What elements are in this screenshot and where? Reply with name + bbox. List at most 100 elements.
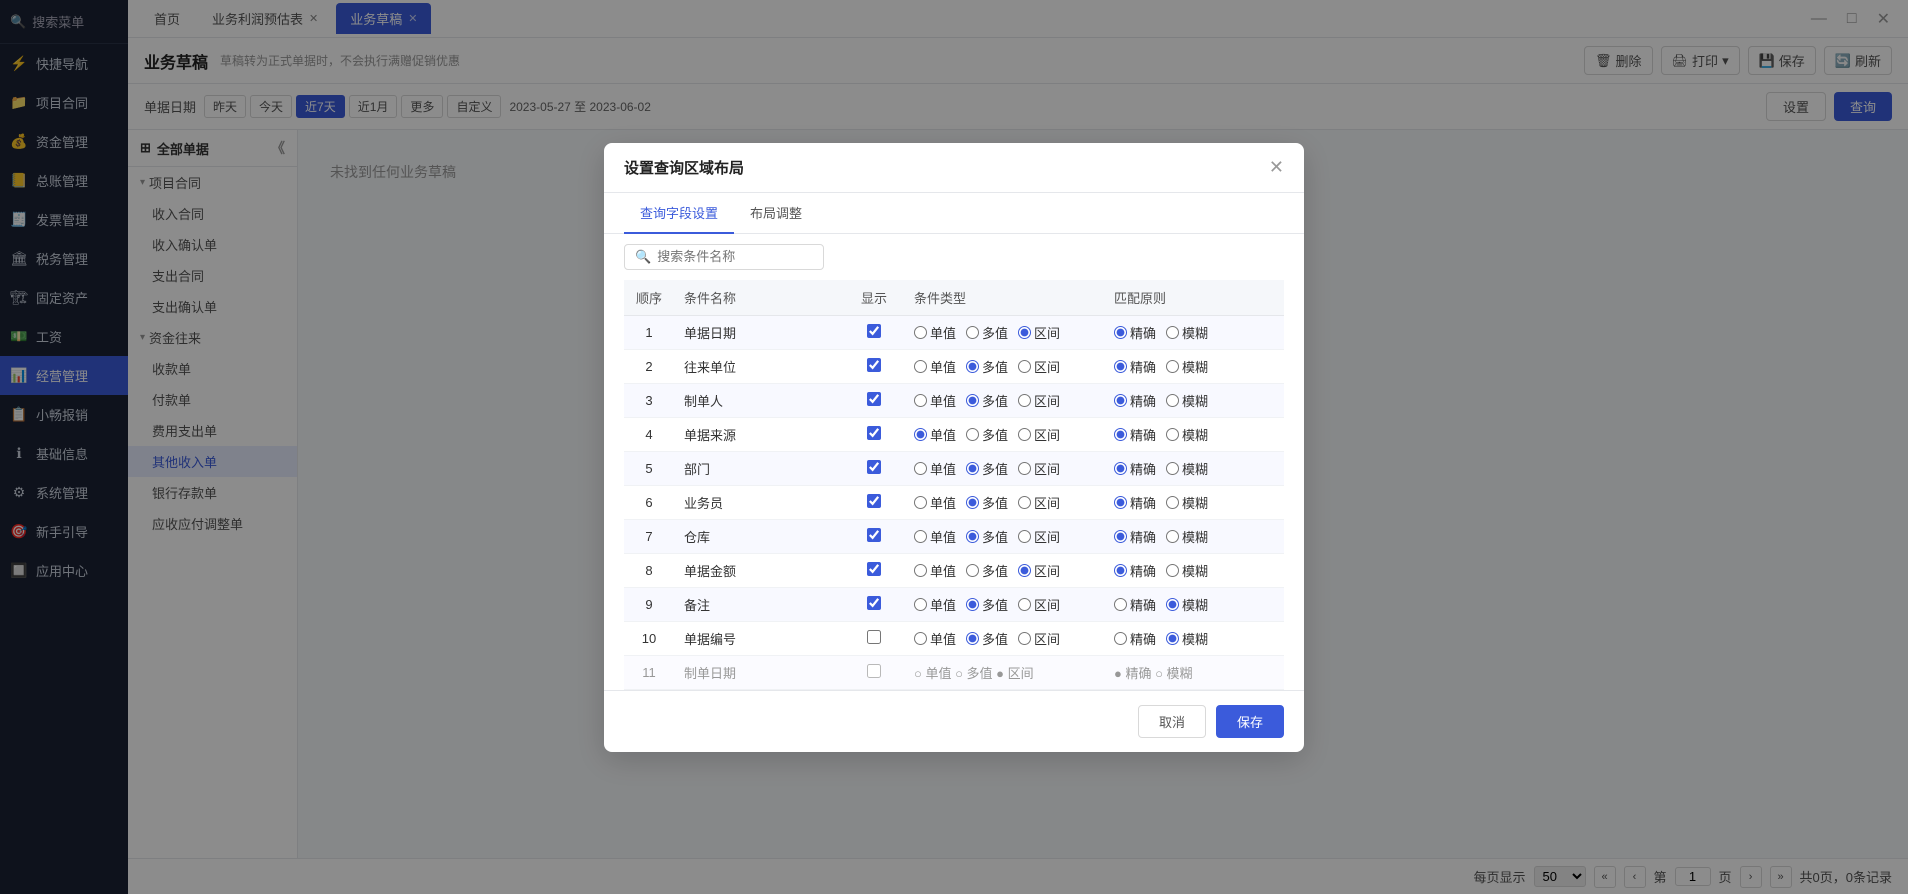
type-label-type_range-1[interactable]: 区间 — [1018, 357, 1060, 376]
type-label-type_range-9[interactable]: 区间 — [1018, 629, 1060, 648]
type-radio-type_multi-3[interactable] — [966, 428, 979, 441]
cancel-button[interactable]: 取消 — [1138, 705, 1206, 738]
type-radio-type_single-4[interactable] — [914, 462, 927, 475]
match-radio-match_exact-1[interactable] — [1114, 360, 1127, 373]
match-radio-match_exact-0[interactable] — [1114, 326, 1127, 339]
show-checkbox-7[interactable] — [867, 562, 881, 576]
type-radio-type_range-9[interactable] — [1018, 632, 1031, 645]
match-label-match_exact-0[interactable]: 精确 — [1114, 323, 1156, 342]
type-radio-type_range-5[interactable] — [1018, 496, 1031, 509]
match-radio-match_fuzzy-4[interactable] — [1166, 462, 1179, 475]
type-label-type_multi-5[interactable]: 多值 — [966, 493, 1008, 512]
match-label-match_fuzzy-7[interactable]: 模糊 — [1166, 561, 1208, 580]
type-label-type_range-8[interactable]: 区间 — [1018, 595, 1060, 614]
show-checkbox-4[interactable] — [867, 460, 881, 474]
match-radio-match_exact-6[interactable] — [1114, 530, 1127, 543]
type-label-type_multi-3[interactable]: 多值 — [966, 425, 1008, 444]
match-label-match_fuzzy-0[interactable]: 模糊 — [1166, 323, 1208, 342]
save-button[interactable]: 保存 — [1216, 705, 1284, 738]
match-label-match_exact-4[interactable]: 精确 — [1114, 459, 1156, 478]
type-radio-type_single-8[interactable] — [914, 598, 927, 611]
match-radio-match_fuzzy-5[interactable] — [1166, 496, 1179, 509]
type-radio-type_single-2[interactable] — [914, 394, 927, 407]
type-radio-type_multi-5[interactable] — [966, 496, 979, 509]
modal-search-input[interactable] — [657, 249, 817, 264]
match-label-match_exact-1[interactable]: 精确 — [1114, 357, 1156, 376]
type-label-type_multi-4[interactable]: 多值 — [966, 459, 1008, 478]
match-label-match_exact-3[interactable]: 精确 — [1114, 425, 1156, 444]
type-label-type_single-9[interactable]: 单值 — [914, 629, 956, 648]
type-label-type_single-6[interactable]: 单值 — [914, 527, 956, 546]
type-label-type_multi-9[interactable]: 多值 — [966, 629, 1008, 648]
match-radio-match_exact-2[interactable] — [1114, 394, 1127, 407]
type-radio-type_range-8[interactable] — [1018, 598, 1031, 611]
type-label-type_range-4[interactable]: 区间 — [1018, 459, 1060, 478]
type-radio-type_single-3[interactable] — [914, 428, 927, 441]
type-radio-type_multi-2[interactable] — [966, 394, 979, 407]
match-label-match_fuzzy-2[interactable]: 模糊 — [1166, 391, 1208, 410]
type-radio-type_multi-8[interactable] — [966, 598, 979, 611]
show-checkbox-3[interactable] — [867, 426, 881, 440]
type-label-type_range-7[interactable]: 区间 — [1018, 561, 1060, 580]
type-radio-type_single-5[interactable] — [914, 496, 927, 509]
type-radio-type_multi-4[interactable] — [966, 462, 979, 475]
match-label-match_fuzzy-9[interactable]: 模糊 — [1166, 629, 1208, 648]
match-radio-match_exact-4[interactable] — [1114, 462, 1127, 475]
show-checkbox-8[interactable] — [867, 596, 881, 610]
match-label-match_exact-6[interactable]: 精确 — [1114, 527, 1156, 546]
match-label-match_fuzzy-4[interactable]: 模糊 — [1166, 459, 1208, 478]
type-label-type_single-4[interactable]: 单值 — [914, 459, 956, 478]
type-radio-type_multi-6[interactable] — [966, 530, 979, 543]
show-checkbox-6[interactable] — [867, 528, 881, 542]
match-radio-match_exact-9[interactable] — [1114, 632, 1127, 645]
modal-tab-field-settings[interactable]: 查询字段设置 — [624, 193, 734, 234]
match-label-match_exact-9[interactable]: 精确 — [1114, 629, 1156, 648]
match-label-match_exact-7[interactable]: 精确 — [1114, 561, 1156, 580]
match-label-match_exact-5[interactable]: 精确 — [1114, 493, 1156, 512]
type-radio-type_range-3[interactable] — [1018, 428, 1031, 441]
type-radio-type_range-7[interactable] — [1018, 564, 1031, 577]
match-label-match_fuzzy-1[interactable]: 模糊 — [1166, 357, 1208, 376]
type-radio-type_range-1[interactable] — [1018, 360, 1031, 373]
type-label-type_single-2[interactable]: 单值 — [914, 391, 956, 410]
type-radio-type_single-1[interactable] — [914, 360, 927, 373]
type-label-type_single-8[interactable]: 单值 — [914, 595, 956, 614]
type-radio-type_multi-9[interactable] — [966, 632, 979, 645]
show-checkbox-2[interactable] — [867, 392, 881, 406]
type-label-type_multi-7[interactable]: 多值 — [966, 561, 1008, 580]
match-radio-match_exact-8[interactable] — [1114, 598, 1127, 611]
type-label-type_multi-0[interactable]: 多值 — [966, 323, 1008, 342]
type-radio-type_single-0[interactable] — [914, 326, 927, 339]
match-label-match_exact-2[interactable]: 精确 — [1114, 391, 1156, 410]
type-label-type_single-0[interactable]: 单值 — [914, 323, 956, 342]
match-radio-match_fuzzy-6[interactable] — [1166, 530, 1179, 543]
show-checkbox-1[interactable] — [867, 358, 881, 372]
match-label-match_fuzzy-5[interactable]: 模糊 — [1166, 493, 1208, 512]
type-radio-type_range-6[interactable] — [1018, 530, 1031, 543]
type-radio-type_multi-7[interactable] — [966, 564, 979, 577]
type-label-type_multi-1[interactable]: 多值 — [966, 357, 1008, 376]
match-label-match_exact-8[interactable]: 精确 — [1114, 595, 1156, 614]
match-label-match_fuzzy-3[interactable]: 模糊 — [1166, 425, 1208, 444]
type-label-type_single-1[interactable]: 单值 — [914, 357, 956, 376]
type-label-type_multi-6[interactable]: 多值 — [966, 527, 1008, 546]
match-label-match_fuzzy-8[interactable]: 模糊 — [1166, 595, 1208, 614]
match-radio-match_fuzzy-9[interactable] — [1166, 632, 1179, 645]
type-radio-type_multi-1[interactable] — [966, 360, 979, 373]
type-radio-type_range-2[interactable] — [1018, 394, 1031, 407]
type-label-type_range-6[interactable]: 区间 — [1018, 527, 1060, 546]
match-radio-match_fuzzy-1[interactable] — [1166, 360, 1179, 373]
match-label-match_fuzzy-6[interactable]: 模糊 — [1166, 527, 1208, 546]
match-radio-match_fuzzy-2[interactable] — [1166, 394, 1179, 407]
match-radio-match_fuzzy-8[interactable] — [1166, 598, 1179, 611]
type-radio-type_range-0[interactable] — [1018, 326, 1031, 339]
match-radio-match_fuzzy-3[interactable] — [1166, 428, 1179, 441]
match-radio-match_exact-5[interactable] — [1114, 496, 1127, 509]
match-radio-match_fuzzy-0[interactable] — [1166, 326, 1179, 339]
show-checkbox-9[interactable] — [867, 630, 881, 644]
type-label-type_range-3[interactable]: 区间 — [1018, 425, 1060, 444]
type-label-type_range-2[interactable]: 区间 — [1018, 391, 1060, 410]
modal-tab-layout-adjust[interactable]: 布局调整 — [734, 193, 818, 234]
type-label-type_single-5[interactable]: 单值 — [914, 493, 956, 512]
match-radio-match_fuzzy-7[interactable] — [1166, 564, 1179, 577]
